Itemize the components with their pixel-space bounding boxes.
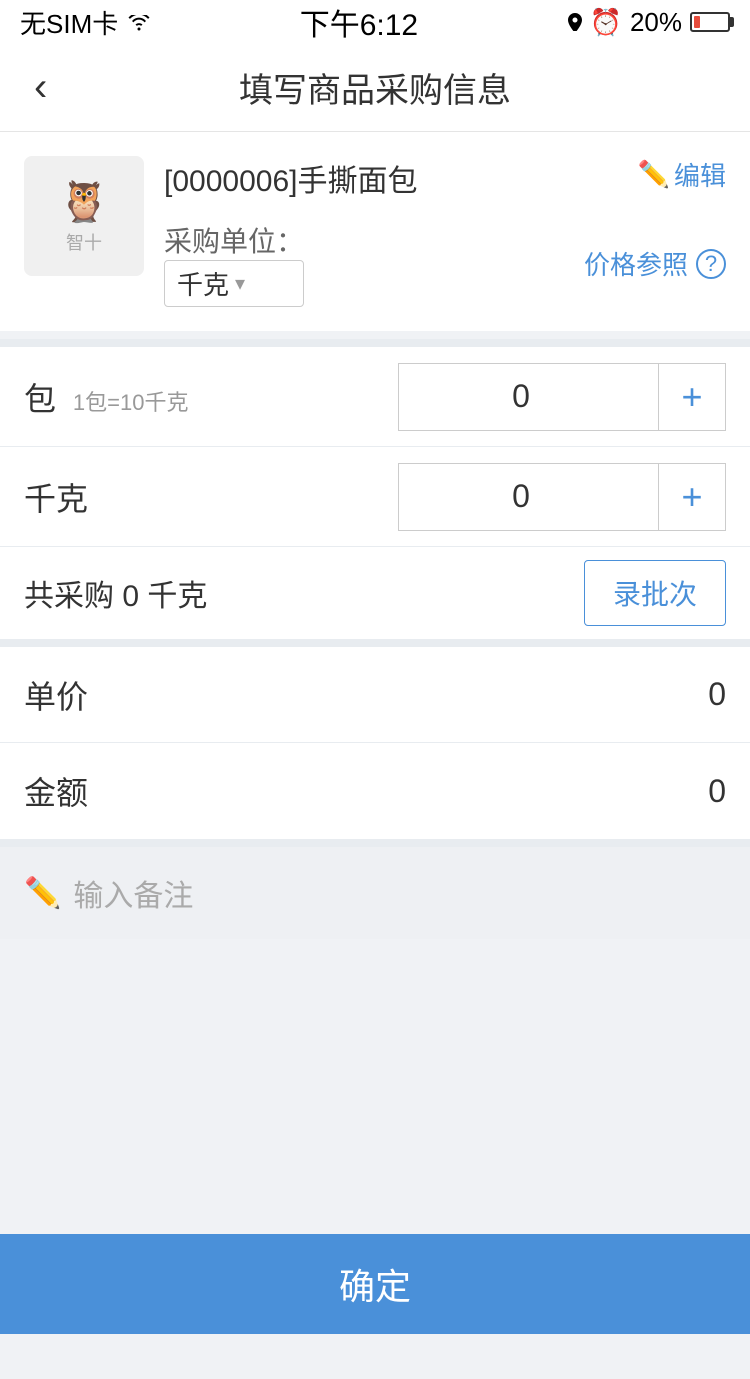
summary-row: 共采购 0 千克 录批次: [0, 547, 750, 647]
unit-price-label: 单价: [24, 672, 88, 718]
status-left: 无SIM卡: [20, 4, 150, 41]
location-icon: [568, 7, 582, 38]
product-name-text: 手撕面包: [297, 165, 417, 198]
bag-input[interactable]: [398, 363, 658, 431]
product-card: 🦉 智十 [0000006]手撕面包 ✏️ 编辑 采购单位： 千克 ▾: [0, 132, 750, 339]
price-ref-button[interactable]: 价格参照 ?: [584, 245, 726, 282]
status-time: 下午6:12: [300, 0, 418, 44]
product-unit-row: 采购单位： 千克 ▾ 价格参照 ?: [164, 220, 726, 307]
confirm-label: 确定: [339, 1258, 411, 1310]
amount-row: 金额 0: [0, 743, 750, 839]
edit-button[interactable]: ✏️ 编辑: [638, 156, 726, 193]
section-divider-1: [0, 339, 750, 347]
bag-input-row: 包 1包=10千克 +: [0, 347, 750, 447]
confirm-button[interactable]: 确定: [0, 1234, 750, 1334]
bag-label: 包 1包=10千克: [24, 374, 398, 420]
price-ref-label: 价格参照: [584, 245, 688, 282]
notes-placeholder: 输入备注: [73, 871, 193, 915]
status-bar: 无SIM卡 下午6:12 ⏰ 20%: [0, 0, 750, 44]
chevron-down-icon: ▾: [235, 271, 245, 296]
product-image: 🦉 智十: [24, 156, 144, 276]
price-section: 单价 0 金额 0: [0, 647, 750, 847]
kg-plus-button[interactable]: +: [658, 463, 726, 531]
empty-space: [0, 939, 750, 1279]
unit-selector-group: 采购单位： 千克 ▾: [164, 220, 304, 307]
amount-label: 金额: [24, 768, 88, 814]
carrier-label: 无SIM卡: [20, 4, 118, 41]
wifi-icon: [128, 7, 150, 38]
kg-input-row: 千克 +: [0, 447, 750, 547]
batch-button[interactable]: 录批次: [584, 560, 726, 626]
info-icon: ?: [696, 249, 726, 279]
product-name: [0000006]手撕面包: [164, 156, 638, 200]
edit-icon: ✏️: [638, 159, 670, 190]
bag-sublabel: 1包=10千克: [73, 390, 189, 415]
edit-label: 编辑: [674, 156, 726, 193]
bag-label-text: 包: [24, 381, 56, 417]
battery-percent: 20%: [630, 7, 682, 38]
kg-input[interactable]: [398, 463, 658, 531]
alarm-icon: ⏰: [590, 7, 622, 38]
unit-price-row: 单价 0: [0, 647, 750, 743]
input-section: 包 1包=10千克 + 千克 +: [0, 347, 750, 547]
product-info: [0000006]手撕面包 ✏️ 编辑 采购单位： 千克 ▾ 价格参照: [164, 156, 726, 307]
summary-text: 共采购 0 千克: [24, 571, 207, 615]
bag-input-wrapper: +: [398, 363, 726, 431]
unit-label-text: 采购单位：: [164, 226, 304, 257]
page-title: 填写商品采购信息: [239, 63, 511, 112]
unit-select[interactable]: 千克 ▾: [164, 260, 304, 307]
product-image-text: 智十: [66, 229, 102, 255]
unit-value: 千克: [177, 265, 229, 302]
kg-input-wrapper: +: [398, 463, 726, 531]
notes-section[interactable]: ✏️ 输入备注: [0, 847, 750, 939]
status-right: ⏰ 20%: [568, 7, 730, 38]
unit-price-value: 0: [708, 676, 726, 713]
amount-value: 0: [708, 773, 726, 810]
product-code: [0000006]: [164, 165, 297, 198]
battery-icon: [690, 12, 730, 32]
nav-bar: ‹ 填写商品采购信息: [0, 44, 750, 132]
bag-plus-button[interactable]: +: [658, 363, 726, 431]
owl-icon: 🦉: [59, 178, 109, 225]
pencil-icon: ✏️: [24, 876, 61, 911]
product-header: [0000006]手撕面包 ✏️ 编辑: [164, 156, 726, 200]
kg-label: 千克: [24, 474, 398, 520]
back-button[interactable]: ‹: [24, 55, 57, 120]
